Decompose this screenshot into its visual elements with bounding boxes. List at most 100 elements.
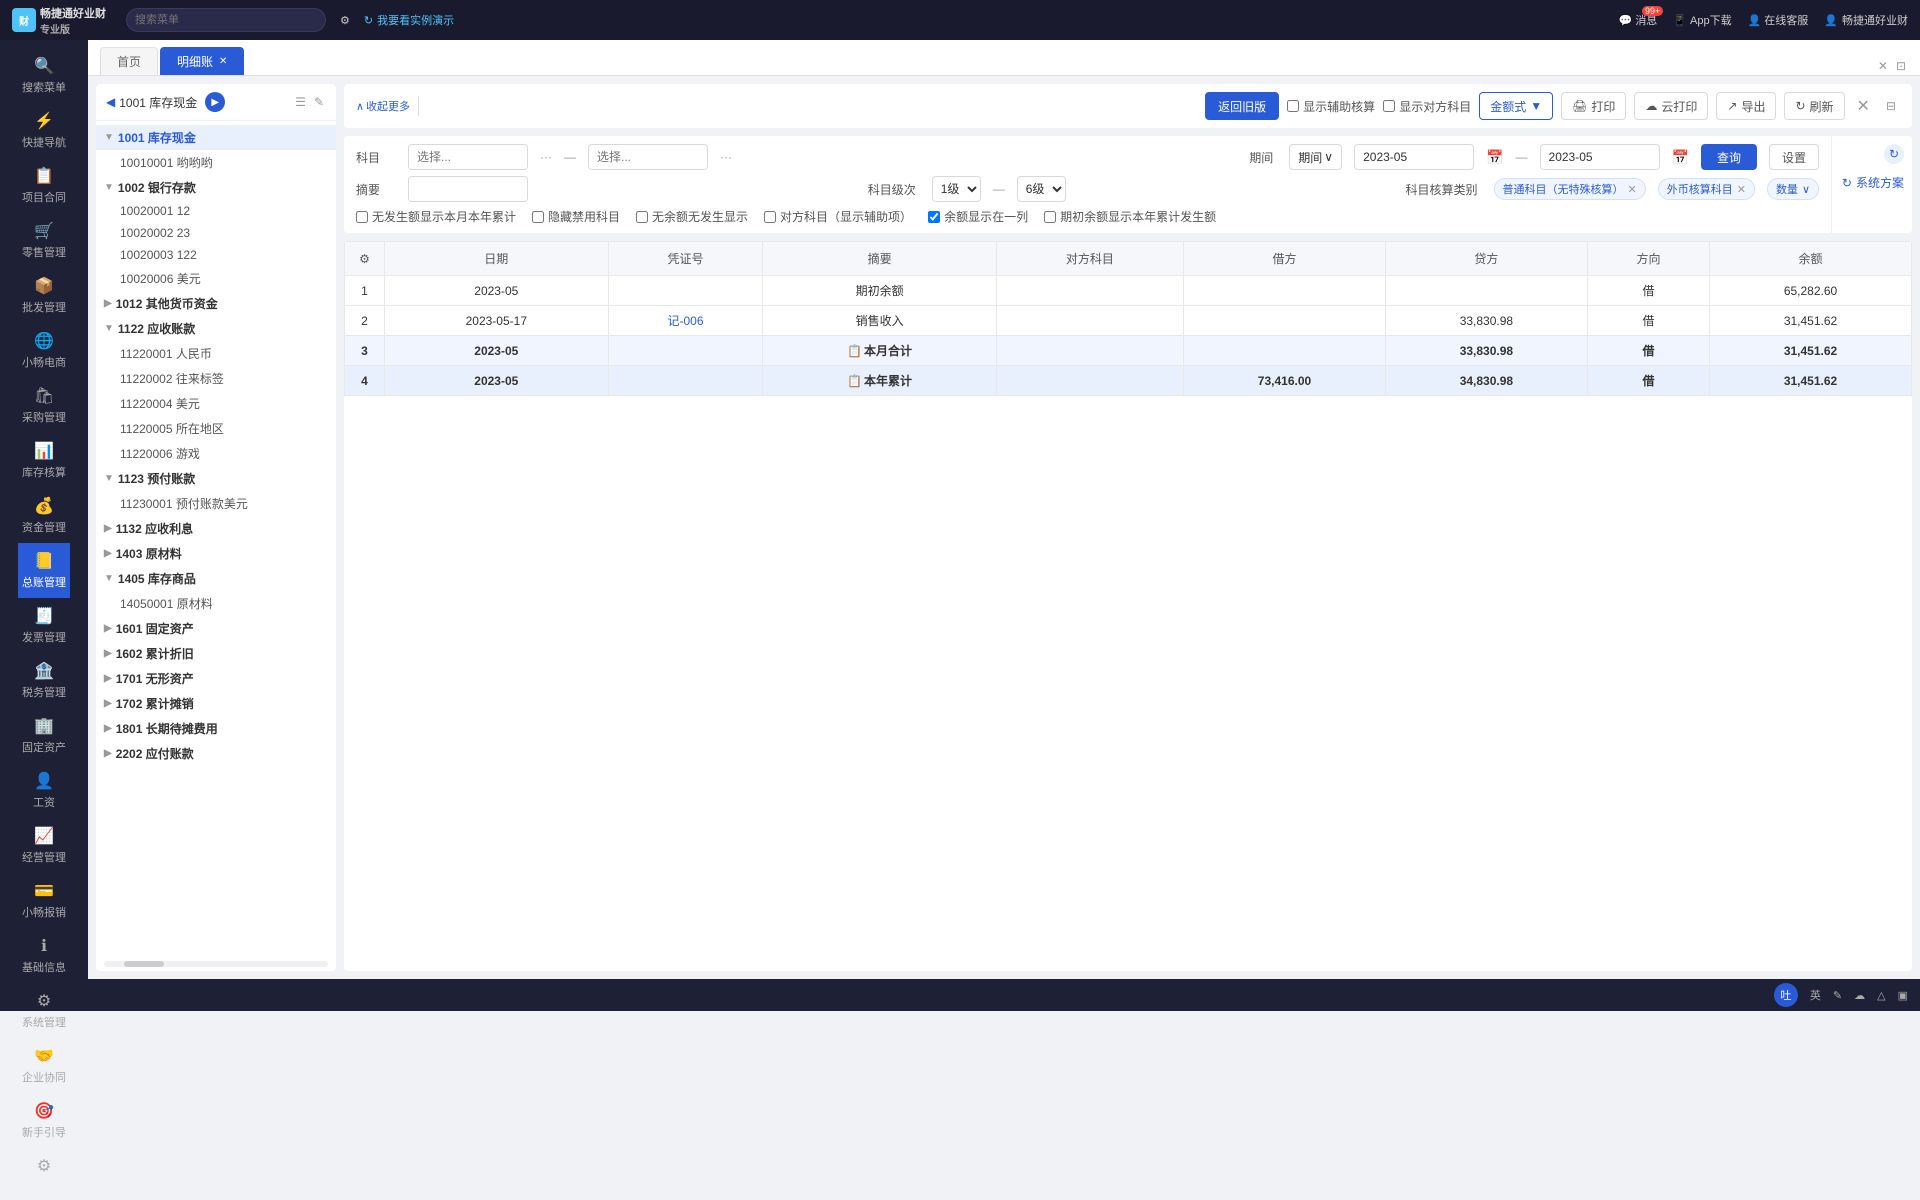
sidebar-item-企业协同[interactable]: 🤝企业协同 bbox=[18, 1038, 70, 1093]
app-download-btn[interactable]: 📱 App下载 bbox=[1673, 12, 1731, 28]
tree-item-1801[interactable]: ▶1801 长期待摊费用 bbox=[96, 716, 336, 741]
period-type-dropdown[interactable]: 期间 ∨ bbox=[1289, 144, 1342, 170]
user-info[interactable]: 👤 畅捷通好业财 bbox=[1824, 12, 1908, 28]
sidebar-item-发票管理[interactable]: 🧾发票管理 bbox=[18, 598, 70, 653]
filter-settings-btn[interactable]: 设置 bbox=[1769, 144, 1819, 170]
calendar-start-icon[interactable]: 📅 bbox=[1486, 149, 1503, 166]
sidebar-item-快捷导航[interactable]: ⚡快捷导航 bbox=[18, 103, 70, 158]
query-btn[interactable]: 查询 bbox=[1701, 144, 1757, 170]
sidebar-item-资金管理[interactable]: 💰资金管理 bbox=[18, 488, 70, 543]
tree-item-10020002[interactable]: 10020002 23 bbox=[96, 222, 336, 244]
tab-close-icon[interactable]: ✕ bbox=[219, 56, 227, 67]
cb-contra[interactable]: 对方科目（显示辅助项） bbox=[764, 208, 912, 225]
tree-item-11220006[interactable]: 11220006 游戏 bbox=[96, 441, 336, 466]
tree-item-11220002[interactable]: 11220002 往来标签 bbox=[96, 366, 336, 391]
tab-bar-expand-btn[interactable]: ⊡ bbox=[1894, 57, 1908, 75]
cloud-print-btn[interactable]: ☁ 云打印 bbox=[1634, 92, 1708, 120]
panel-close-btn[interactable]: ✕ bbox=[1853, 96, 1874, 116]
sidebar-item-零售管理[interactable]: 🛒零售管理 bbox=[18, 213, 70, 268]
format-dropdown[interactable]: 金额式 ▼ bbox=[1479, 92, 1553, 120]
keji-filter-input-end[interactable] bbox=[588, 144, 708, 170]
cb-no-balance[interactable]: 无余额无发生显示 bbox=[636, 208, 748, 225]
tree-item-2202[interactable]: ▶2202 应付账款 bbox=[96, 741, 336, 766]
voucher-link[interactable]: 记-006 bbox=[668, 314, 704, 328]
calendar-end-icon[interactable]: 📅 bbox=[1672, 149, 1689, 166]
tree-item-1702[interactable]: ▶1702 累计摊销 bbox=[96, 691, 336, 716]
sidebar-item-系统管理[interactable]: ⚙系统管理 bbox=[18, 983, 70, 1038]
tree-item-14050001[interactable]: 14050001 原材料 bbox=[96, 591, 336, 616]
tree-item-1122[interactable]: ▼1122 应收账款 bbox=[96, 316, 336, 341]
tree-item-10020003[interactable]: 10020003 122 bbox=[96, 244, 336, 266]
sidebar-item-工资[interactable]: 👤工资 bbox=[18, 763, 70, 818]
sidebar-item-小畅电商[interactable]: 🌐小畅电商 bbox=[18, 323, 70, 378]
export-btn[interactable]: ↗ 导出 bbox=[1716, 92, 1776, 120]
sidebar-item-批发管理[interactable]: 📦批发管理 bbox=[18, 268, 70, 323]
tree-item-11220004[interactable]: 11220004 美元 bbox=[96, 391, 336, 416]
refresh-btn[interactable]: ↻ 刷新 bbox=[1784, 92, 1844, 120]
tag-foreign-currency[interactable]: 外币核算科目 ✕ bbox=[1658, 178, 1755, 200]
keji-filter-input[interactable] bbox=[408, 144, 528, 170]
upload-icon-btn[interactable]: △ bbox=[1877, 989, 1885, 1002]
tag-close-icon-2[interactable]: ✕ bbox=[1737, 183, 1746, 196]
summary-filter-input[interactable] bbox=[408, 176, 528, 202]
search-box[interactable] bbox=[126, 8, 326, 32]
tab-bar-close-btn[interactable]: ✕ bbox=[1876, 57, 1890, 75]
return-old-version-btn[interactable]: 返回旧版 bbox=[1205, 92, 1279, 120]
tree-item-11220001[interactable]: 11220001 人民币 bbox=[96, 341, 336, 366]
show-contra-checkbox[interactable]: 显示对方科目 bbox=[1383, 98, 1471, 115]
cb-balance-col[interactable]: 余额显示在一列 bbox=[928, 208, 1028, 225]
sidebar-item-采购管理[interactable]: 🛍采购管理 bbox=[18, 378, 70, 433]
print-btn[interactable]: 🖨 打印 bbox=[1561, 92, 1626, 120]
sidebar-item-项目合同[interactable]: 📋项目合同 bbox=[18, 158, 70, 213]
cb-opening-balance[interactable]: 期初余额显示本年累计发生额 bbox=[1044, 208, 1216, 225]
keji-level-end-select[interactable]: 6级1级2级 bbox=[1017, 176, 1066, 202]
tree-item-1405[interactable]: ▼1405 库存商品 bbox=[96, 566, 336, 591]
sidebar-item-固定资产[interactable]: 🏢固定资产 bbox=[18, 708, 70, 763]
tree-item-1601[interactable]: ▶1601 固定资产 bbox=[96, 616, 336, 641]
cb-no-amount[interactable]: 无发生额显示本月本年累计 bbox=[356, 208, 516, 225]
chat-btn[interactable]: 吐 bbox=[1774, 983, 1798, 1007]
period-end-input[interactable] bbox=[1540, 144, 1660, 170]
tree-item-1002[interactable]: ▼1002 银行存款 bbox=[96, 175, 336, 200]
tag-close-icon[interactable]: ✕ bbox=[1628, 183, 1637, 196]
messages-btn[interactable]: 💬 消息 99+ bbox=[1619, 12, 1658, 28]
sidebar-item-settings[interactable]: ⚙ bbox=[0, 1148, 88, 1184]
sidebar-item-税务管理[interactable]: 🏦税务管理 bbox=[18, 653, 70, 708]
show-aux-checkbox[interactable]: 显示辅助核算 bbox=[1287, 98, 1375, 115]
tag-normal-account[interactable]: 普通科目（无特殊核算） ✕ bbox=[1494, 178, 1646, 200]
sidebar-item-总账管理[interactable]: 📒总账管理 bbox=[18, 543, 70, 598]
grid-icon-btn[interactable]: ▣ bbox=[1898, 989, 1908, 1002]
demo-btn[interactable]: ↻ 我要看实例演示 bbox=[364, 12, 454, 28]
lang-btn[interactable]: 英 bbox=[1810, 987, 1821, 1003]
panel-collapse-btn[interactable]: ⊟ bbox=[1882, 99, 1900, 113]
tree-item-1001[interactable]: ▼1001 库存现金 bbox=[96, 125, 336, 150]
tree-item-11230001[interactable]: 11230001 预付账款美元 bbox=[96, 491, 336, 516]
sidebar-item-新手引导[interactable]: 🎯新手引导 bbox=[18, 1093, 70, 1148]
back-arrow-icon[interactable]: ◀ bbox=[106, 95, 115, 109]
tree-item-10020001[interactable]: 10020001 12 bbox=[96, 200, 336, 222]
tree-item-1602[interactable]: ▶1602 累计折旧 bbox=[96, 641, 336, 666]
tree-item-11220005[interactable]: 11220005 所在地区 bbox=[96, 416, 336, 441]
horizontal-scrollbar[interactable] bbox=[104, 961, 328, 967]
tree-item-1012[interactable]: ▶1012 其他货币资金 bbox=[96, 291, 336, 316]
refresh-circle-btn[interactable]: ↻ bbox=[1884, 144, 1904, 164]
keji-level-start-select[interactable]: 1级2级3级 bbox=[932, 176, 981, 202]
edit-icon-btn[interactable]: ✎ bbox=[1833, 989, 1842, 1002]
cloud-icon-btn[interactable]: ☁ bbox=[1854, 989, 1865, 1002]
tree-item-1132[interactable]: ▶1132 应收利息 bbox=[96, 516, 336, 541]
online-service-btn[interactable]: 👤 在线客服 bbox=[1748, 12, 1809, 28]
tree-item-10020006[interactable]: 10020006 美元 bbox=[96, 266, 336, 291]
sidebar-item-库存核算[interactable]: 📊库存核算 bbox=[18, 433, 70, 488]
sidebar-item-基础信息[interactable]: ℹ基础信息 bbox=[18, 928, 70, 983]
expand-more-btn[interactable]: ∧ 收起更多 bbox=[356, 98, 410, 114]
tree-item-1701[interactable]: ▶1701 无形资产 bbox=[96, 666, 336, 691]
tab-detail[interactable]: 明细账 ✕ bbox=[160, 47, 244, 75]
col-settings[interactable]: ⚙ bbox=[345, 242, 385, 276]
sidebar-item-经营管理[interactable]: 📈经营管理 bbox=[18, 818, 70, 873]
cb-hide-disabled[interactable]: 隐藏禁用科目 bbox=[532, 208, 620, 225]
account-nav-arrow[interactable]: ▶ bbox=[205, 92, 225, 112]
table-scroll[interactable]: ⚙ 日期 凭证号 摘要 对方科目 借方 贷方 方向 余额 bbox=[344, 241, 1912, 971]
tree-item-1123[interactable]: ▼1123 预付账款 bbox=[96, 466, 336, 491]
period-start-input[interactable] bbox=[1354, 144, 1474, 170]
tag-quantity[interactable]: 数量 ∨ bbox=[1767, 178, 1819, 200]
